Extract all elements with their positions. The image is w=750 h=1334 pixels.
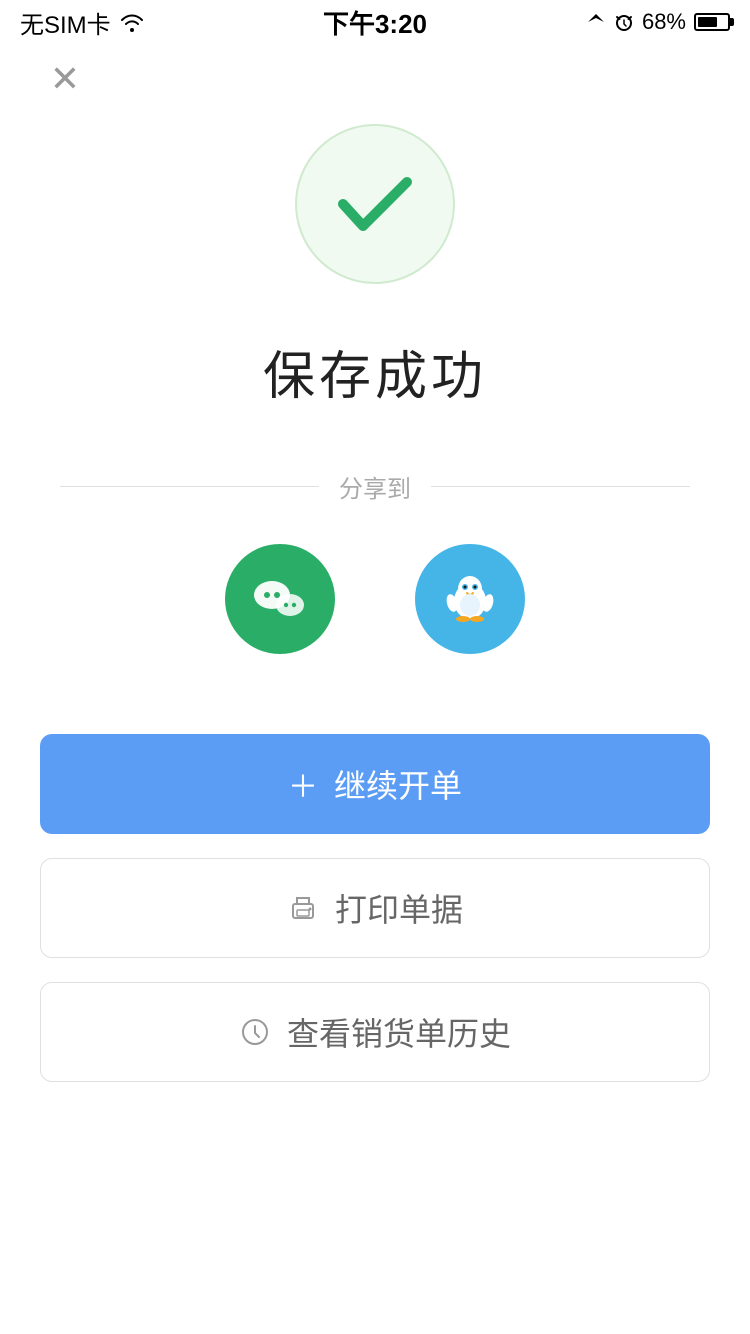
continue-button[interactable]: ＋ 继续开单	[40, 734, 710, 834]
wechat-icon	[248, 567, 313, 632]
success-circle	[295, 124, 455, 284]
share-label: 分享到	[319, 469, 431, 504]
print-label: 打印单据	[335, 885, 463, 931]
battery-icon-container	[694, 13, 730, 31]
success-title: 保存成功	[263, 334, 487, 409]
continue-label: 继续开单	[334, 761, 462, 807]
wifi-icon	[119, 12, 145, 32]
share-qq-button[interactable]	[415, 544, 525, 654]
action-buttons: ＋ 继续开单 打印单据 查看销货单历史	[0, 734, 750, 1082]
share-wechat-button[interactable]	[225, 544, 335, 654]
carrier-text: 无SIM卡	[20, 5, 111, 40]
battery-icon	[694, 13, 730, 31]
status-carrier: 无SIM卡	[20, 5, 145, 40]
battery-fill	[698, 17, 717, 27]
divider-right	[431, 486, 690, 487]
history-button[interactable]: 查看销货单历史	[40, 982, 710, 1082]
print-button[interactable]: 打印单据	[40, 858, 710, 958]
location-icon	[586, 12, 606, 32]
share-buttons	[225, 544, 525, 654]
checkmark-icon	[335, 174, 415, 234]
close-button[interactable]: ✕	[40, 54, 90, 104]
battery-percent: 68%	[642, 9, 686, 35]
history-label: 查看销货单历史	[287, 1009, 511, 1055]
qq-icon	[438, 567, 503, 632]
status-bar: 无SIM卡 下午3:20 68%	[0, 0, 750, 44]
main-content: 保存成功 分享到	[0, 44, 750, 1334]
share-divider: 分享到	[0, 469, 750, 504]
clock-icon	[239, 1016, 271, 1048]
status-time: 下午3:20	[323, 4, 427, 41]
print-icon	[287, 892, 319, 924]
close-icon: ✕	[50, 61, 80, 97]
status-right: 68%	[586, 9, 730, 35]
divider-left	[60, 486, 319, 487]
continue-icon: ＋	[288, 762, 318, 806]
alarm-icon	[614, 12, 634, 32]
